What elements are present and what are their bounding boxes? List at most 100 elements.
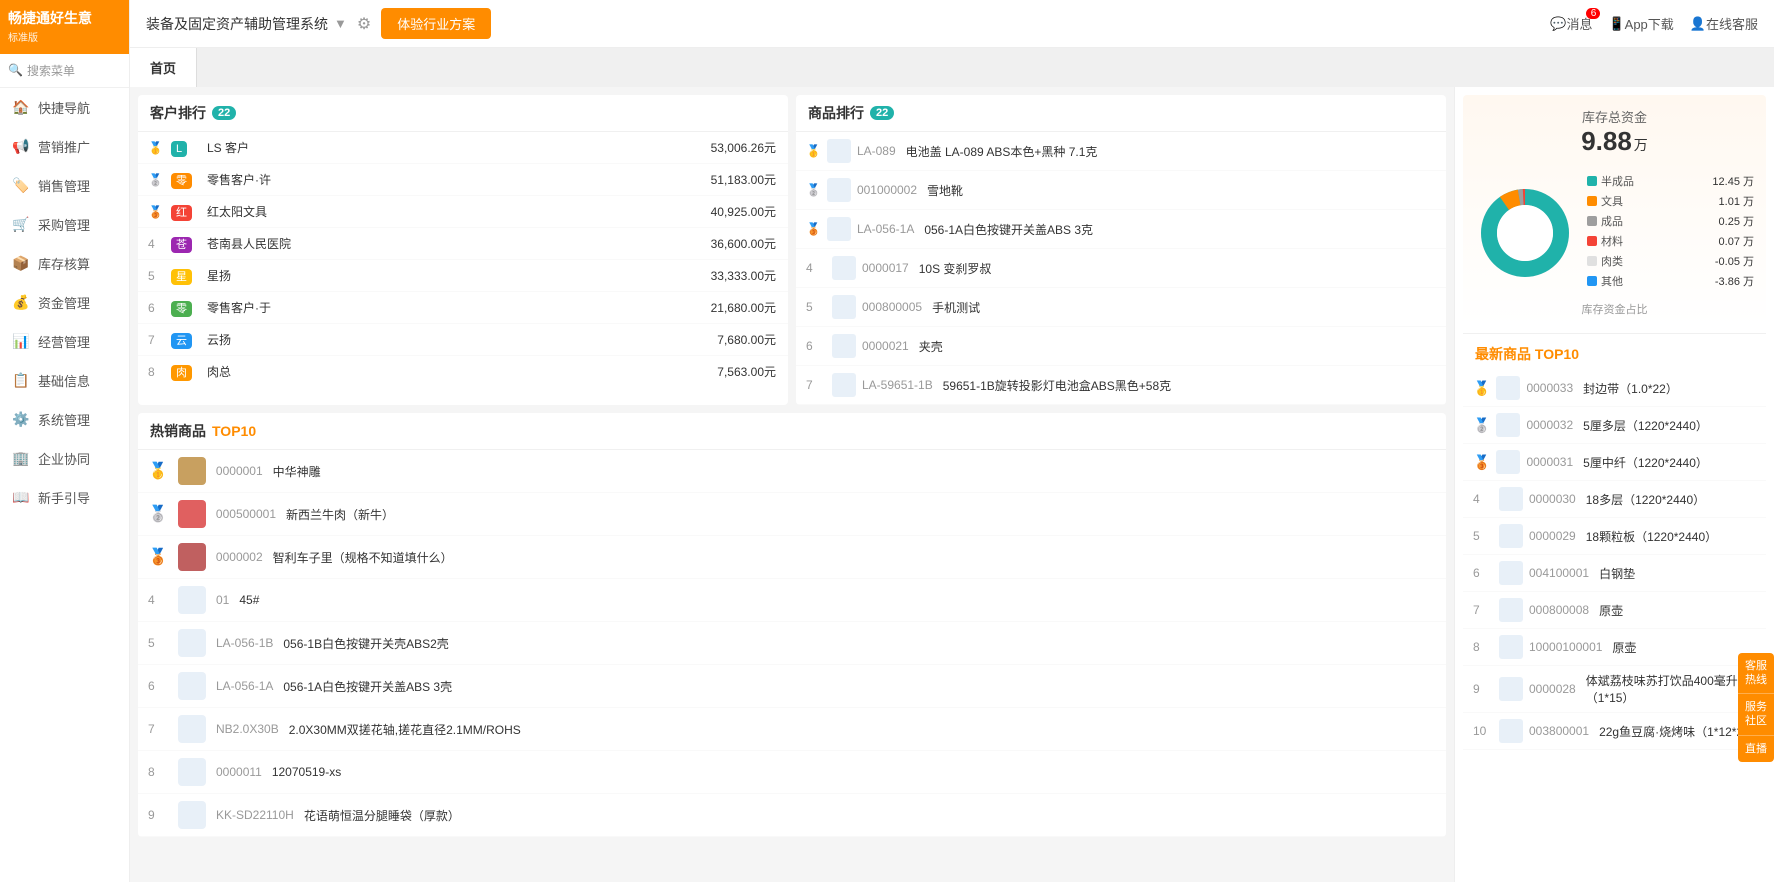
top-header: 装备及固定资产辅助管理系统 ▼ ⚙ 体验行业方案 💬 消息 6 📱 App下载 …: [130, 0, 1774, 48]
inventory-footer: 库存资金占比: [1463, 301, 1766, 325]
rank-num: 8: [148, 765, 168, 779]
customer-amount: 51,183.00元: [518, 164, 788, 196]
sidebar-item-label: 采购管理: [38, 215, 90, 234]
product-thumb: [832, 334, 856, 358]
sidebar-item-quick-nav[interactable]: 🏠 快捷导航: [0, 88, 129, 127]
product-name: 056-1A白色按键开关盖ABS 3克: [924, 221, 1436, 238]
sidebar-item-label: 营销推广: [38, 137, 90, 156]
product-ranking-row: 🥈 001000002 雪地靴: [796, 171, 1446, 210]
product-code: LA-089: [857, 144, 896, 158]
sidebar-item-basic-info[interactable]: 📋 基础信息: [0, 361, 129, 400]
newest-product-row: 7 000800008 原壶: [1463, 592, 1766, 629]
medal-icon: 🥇: [806, 144, 821, 158]
product-name: 手机测试: [932, 299, 1436, 316]
customer-ranking-row: 7 云 云扬 7,680.00元: [138, 324, 788, 356]
legend-color-dot: [1587, 236, 1597, 246]
legend-label: 肉类: [1601, 253, 1711, 269]
newest-products-header: 最新商品 TOP10: [1463, 333, 1766, 370]
product-thumb-placeholder: [178, 801, 206, 829]
rank-num: 7: [1473, 603, 1493, 617]
product-code: 0000031: [1526, 455, 1573, 469]
system-name: 装备及固定资产辅助管理系统: [146, 14, 328, 34]
float-customer-service[interactable]: 客服热线: [1738, 653, 1774, 695]
float-direct[interactable]: 直播: [1738, 736, 1774, 762]
product-code: 0000032: [1526, 418, 1573, 432]
service-icon: 👤: [1690, 16, 1706, 32]
newest-product-row: 5 0000029 18颗粒板（1220*2440）: [1463, 518, 1766, 555]
sidebar: 畅捷通好生意 标准版 🔍 搜索菜单 🏠 快捷导航 📢 营销推广 🏷️ 销售管理 …: [0, 0, 130, 882]
hot-product-row: 8 0000011 12070519-xs: [138, 751, 1446, 794]
sidebar-item-system[interactable]: ⚙️ 系统管理: [0, 400, 129, 439]
customer-name: 零售客户·于: [197, 292, 518, 324]
customer-badge: L: [171, 141, 187, 157]
product-code: 0000029: [1529, 529, 1576, 543]
medal-icon: 🥈: [1473, 417, 1490, 434]
online-service-btn[interactable]: 👤 在线客服: [1690, 14, 1758, 33]
product-name: 花语萌恒温分腿睡袋（厚款）: [304, 807, 1436, 824]
rank-num: 8: [148, 365, 155, 379]
customer-ranking-row: 8 肉 肉总 7,563.00元: [138, 356, 788, 388]
logo-main: 畅捷通好生意: [8, 10, 92, 27]
hot-product-row: 6 LA-056-1A 056-1A白色按键开关盖ABS 3壳: [138, 665, 1446, 708]
search-menu-area[interactable]: 🔍 搜索菜单: [0, 54, 129, 88]
product-name: 智利车子里（规格不知道填什么）: [273, 549, 1436, 566]
app-download-label: App下载: [1625, 14, 1674, 33]
customer-amount: 7,563.00元: [518, 356, 788, 388]
float-service-community[interactable]: 服务社区: [1738, 694, 1774, 736]
legend-label: 文具: [1601, 193, 1715, 209]
product-thumb-placeholder: [178, 629, 206, 657]
hot-products-panel: 热销商品 TOP10 🥇 0000001 中华神雕 🥈 000500001 新西…: [138, 413, 1446, 837]
customer-ranking-row: 🥉 红 红太阳文具 40,925.00元: [138, 196, 788, 228]
product-code: 000500001: [216, 507, 276, 521]
customer-amount: 40,925.00元: [518, 196, 788, 228]
legend-item: 肉类 -0.05 万: [1587, 253, 1754, 269]
product-code: 0000028: [1529, 682, 1576, 696]
rank-num: 6: [148, 679, 168, 693]
trial-btn[interactable]: 体验行业方案: [381, 8, 491, 39]
sidebar-item-cooperation[interactable]: 🏢 企业协同: [0, 439, 129, 478]
legend-color-dot: [1587, 256, 1597, 266]
sidebar-item-purchase[interactable]: 🛒 采购管理: [0, 205, 129, 244]
product-name: 白钢垫: [1599, 565, 1756, 582]
hot-products-title: 热销商品: [150, 421, 206, 441]
product-name: 雪地靴: [927, 182, 1436, 199]
medal-icon: 🥇: [148, 461, 168, 481]
tab-home[interactable]: 首页: [130, 48, 197, 87]
hot-product-row: 🥇 0000001 中华神雕: [138, 450, 1446, 493]
settings-icon[interactable]: ⚙: [357, 14, 371, 34]
customer-ranking-table: 🥇 L LS 客户 53,006.26元 🥈 零 零售客户·许 51,183.0…: [138, 132, 788, 387]
product-name: 056-1A白色按键开关盖ABS 3壳: [283, 678, 1436, 695]
home-icon: 🏠: [12, 99, 30, 116]
sidebar-item-operations[interactable]: 📊 经营管理: [0, 322, 129, 361]
sidebar-item-label: 销售管理: [38, 176, 90, 195]
customer-amount: 7,680.00元: [518, 324, 788, 356]
customer-badge: 云: [171, 333, 192, 349]
product-code: 10000100001: [1529, 640, 1602, 654]
rank-num: 7: [148, 333, 155, 347]
customer-ranking-badge: 22: [212, 106, 236, 120]
customer-badge: 苍: [171, 237, 192, 253]
messages-badge: 6: [1586, 8, 1600, 19]
operations-icon: 📊: [12, 333, 30, 350]
messages-btn[interactable]: 💬 消息 6: [1550, 14, 1592, 33]
sidebar-item-marketing[interactable]: 📢 营销推广: [0, 127, 129, 166]
sidebar-item-finance[interactable]: 💰 资金管理: [0, 283, 129, 322]
medal-icon: 🥇: [148, 141, 163, 155]
product-thumb: [1499, 561, 1523, 585]
customer-ranking-header: 客户排行 22: [138, 95, 788, 132]
sidebar-item-guide[interactable]: 📖 新手引导: [0, 478, 129, 517]
inventory-total-unit: 万: [1634, 135, 1648, 155]
sales-icon: 🏷️: [12, 177, 30, 194]
donut-chart-container: 半成品 12.45 万 文具 1.01 万 成品 0.25 万 材料 0.07 …: [1463, 165, 1766, 301]
newest-product-row: 9 0000028 体斌荔枝味苏打饮品400毫升（1*15）: [1463, 666, 1766, 713]
logo-area: 畅捷通好生意 标准版: [0, 0, 129, 54]
dropdown-icon[interactable]: ▼: [334, 16, 347, 31]
product-code: 0000011: [216, 765, 262, 779]
sidebar-item-sales[interactable]: 🏷️ 销售管理: [0, 166, 129, 205]
sidebar-item-inventory[interactable]: 📦 库存核算: [0, 244, 129, 283]
app-download-btn[interactable]: 📱 App下载: [1608, 14, 1673, 33]
customer-amount: 53,006.26元: [518, 132, 788, 164]
customer-ranking-title: 客户排行: [150, 103, 206, 123]
product-thumb: [827, 217, 851, 241]
search-menu-label: 搜索菜单: [27, 62, 75, 79]
